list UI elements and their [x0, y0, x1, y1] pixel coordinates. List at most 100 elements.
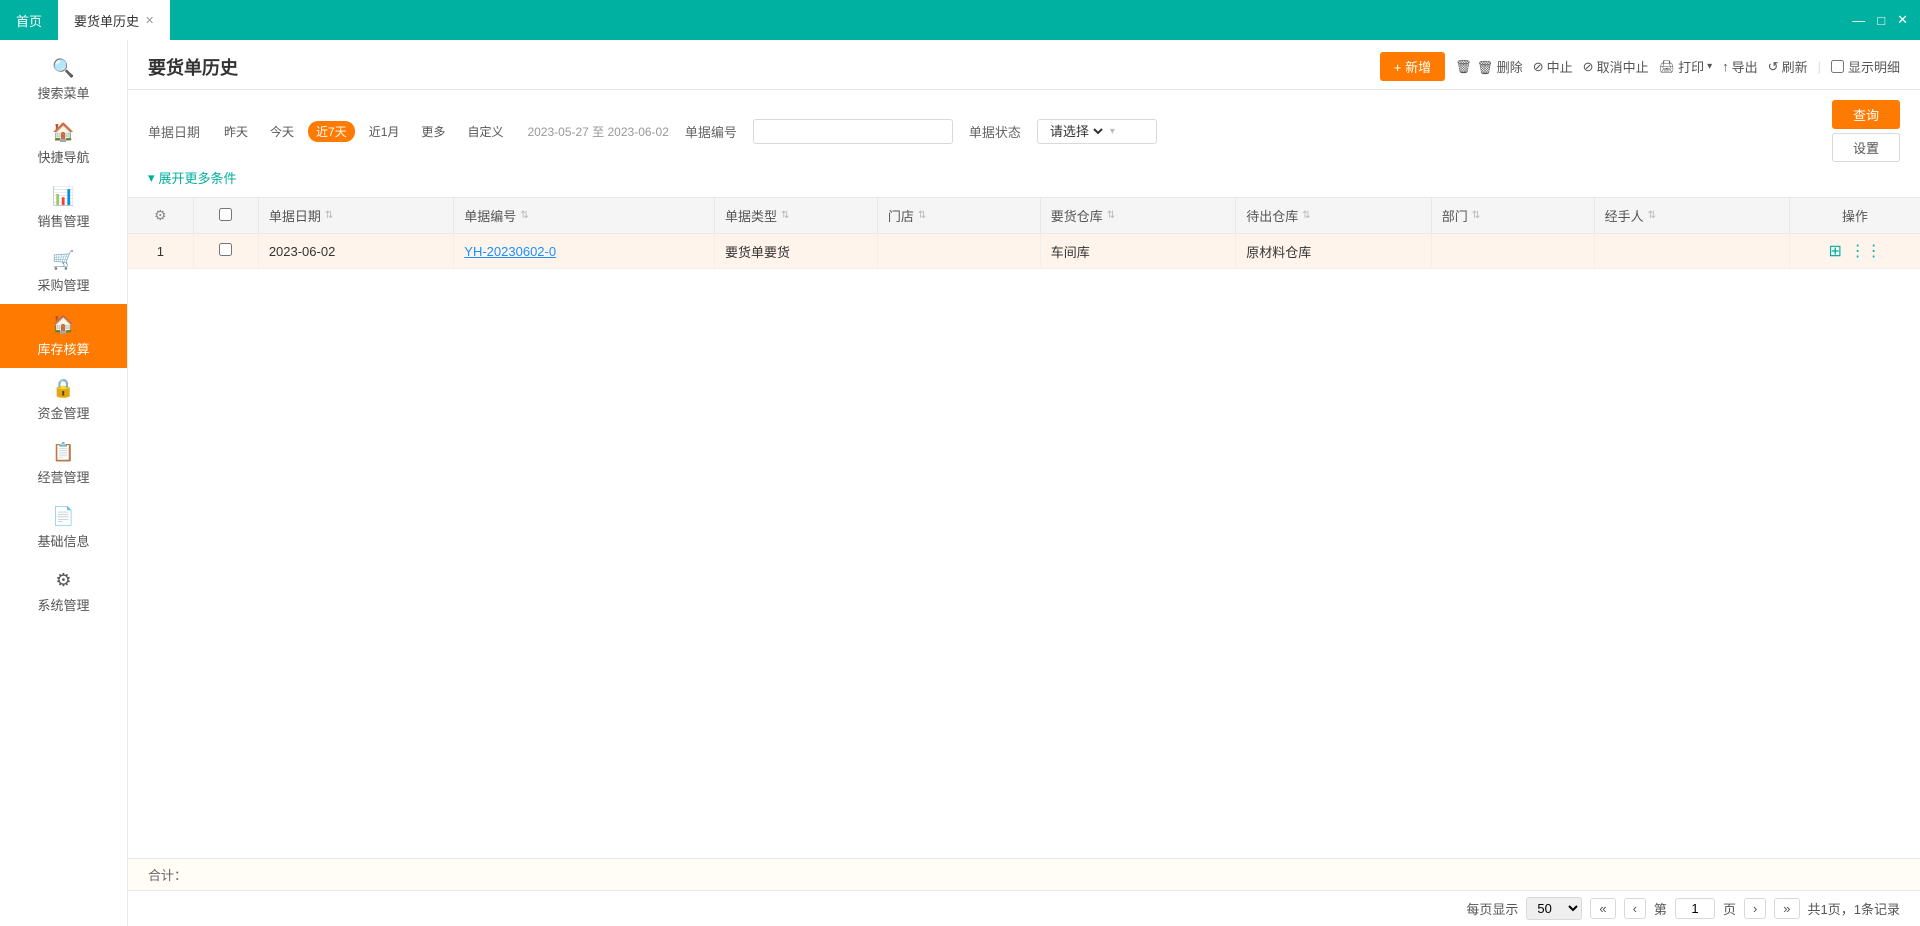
expand-more-button[interactable]: ▾ 展开更多条件	[148, 162, 1900, 187]
sort-dept-icon[interactable]: ⇅	[1472, 210, 1480, 221]
show-detail-checkbox[interactable]	[1831, 60, 1844, 73]
row-type: 要货单要货	[714, 234, 877, 269]
sort-handler-icon[interactable]: ⇅	[1648, 210, 1656, 221]
cancel-stop-icon: ⊘	[1583, 59, 1594, 75]
sidebar-item-basic-info[interactable]: 📄 基础信息	[0, 496, 127, 560]
sidebar-item-sales-mgmt[interactable]: 📊 销售管理	[0, 176, 127, 240]
minimize-icon[interactable]: —	[1852, 13, 1865, 28]
row-checkbox[interactable]	[219, 243, 232, 256]
sidebar-item-ops-mgmt[interactable]: 📋 经营管理	[0, 432, 127, 496]
row-from-wh: 车间库	[1040, 234, 1235, 269]
row-to-wh: 原材料仓库	[1236, 234, 1431, 269]
date-btn-custom[interactable]: 自定义	[459, 121, 511, 142]
sidebar-item-search-menu[interactable]: 🔍 搜索菜单	[0, 48, 127, 112]
row-num: 1	[128, 234, 193, 269]
sort-date-icon[interactable]: ⇅	[325, 210, 333, 221]
filter-row-1: 单据日期 昨天 今天 近7天 近1月 更多 自定义 2023-05-27 至 2…	[148, 100, 1900, 162]
cancel-stop-button[interactable]: ⊘ 取消中止	[1583, 57, 1649, 76]
status-filter-label: 单据状态	[969, 122, 1021, 141]
delete-icon: 🗑	[1455, 59, 1472, 75]
chevron-down-icon: ▾	[1110, 126, 1115, 137]
page-suffix: 页	[1723, 899, 1736, 918]
sidebar-item-ops-mgmt-label: 经营管理	[37, 467, 89, 486]
th-from-wh: 要货仓库 ⇅	[1040, 198, 1235, 234]
prev-page-button[interactable]: ‹	[1624, 898, 1646, 919]
tab-close-icon[interactable]: ✕	[145, 14, 154, 27]
last-page-button[interactable]: »	[1774, 898, 1799, 919]
finance-mgmt-icon: 🔒	[52, 378, 74, 399]
sidebar-item-purchase-mgmt[interactable]: 🛒 采购管理	[0, 240, 127, 304]
query-button[interactable]: 查询	[1832, 100, 1900, 129]
th-dept: 部门 ⇅	[1431, 198, 1594, 234]
stop-icon: ⊘	[1533, 59, 1544, 75]
print-dropdown-icon[interactable]: ▾	[1707, 61, 1712, 72]
export-button[interactable]: ↑ 导出	[1722, 57, 1758, 76]
row-bill-no: YH-20230602-0	[454, 234, 715, 269]
page-input[interactable]	[1675, 898, 1715, 919]
pagination-bar: 每页显示 10 20 50 100 « ‹ 第 页 › » 共1页，1条记录	[128, 890, 1920, 926]
filter-area: 单据日期 昨天 今天 近7天 近1月 更多 自定义 2023-05-27 至 2…	[128, 90, 1920, 198]
bill-no-filter-label: 单据编号	[685, 122, 737, 141]
date-range-display: 2023-05-27 至 2023-06-02	[527, 123, 668, 140]
print-button[interactable]: 🖨 打印 ▾	[1659, 57, 1713, 76]
table-row: 1 2023-06-02 YH-20230602-0 要货单要货 车间库 原材料…	[128, 234, 1920, 269]
total-info: 共1页，1条记录	[1808, 899, 1900, 918]
stop-button[interactable]: ⊘ 中止	[1533, 57, 1573, 76]
th-settings: ⚙	[128, 198, 193, 234]
main-layout: 🔍 搜索菜单 🏠 快捷导航 📊 销售管理 🛒 采购管理 🏠 库存核算 🔒 资金管…	[0, 40, 1920, 926]
page-size-label: 每页显示	[1466, 899, 1518, 918]
sidebar-item-quick-nav[interactable]: 🏠 快捷导航	[0, 112, 127, 176]
maximize-icon[interactable]: □	[1877, 13, 1885, 28]
date-btn-1month[interactable]: 近1月	[361, 121, 408, 142]
sidebar-item-finance-mgmt[interactable]: 🔒 资金管理	[0, 368, 127, 432]
bill-no-input[interactable]	[753, 119, 953, 144]
sort-type-icon[interactable]: ⇅	[781, 210, 789, 221]
sys-mgmt-icon: ⚙	[55, 570, 71, 591]
date-btn-more[interactable]: 更多	[413, 121, 453, 142]
row-dept	[1431, 234, 1594, 269]
first-page-button[interactable]: «	[1590, 898, 1615, 919]
status-select[interactable]: 请选择	[1046, 123, 1106, 140]
sort-from-wh-icon[interactable]: ⇅	[1107, 210, 1115, 221]
sidebar-item-inventory[interactable]: 🏠 库存核算	[0, 304, 127, 368]
delete-button[interactable]: 🗑 🗑 删除	[1455, 57, 1523, 76]
th-handler: 经手人 ⇅	[1594, 198, 1789, 234]
date-btn-7days[interactable]: 近7天	[308, 121, 355, 142]
th-bill-no: 单据编号 ⇅	[454, 198, 715, 234]
settings-button[interactable]: 设置	[1832, 133, 1900, 162]
th-type: 单据类型 ⇅	[714, 198, 877, 234]
row-checkbox-cell	[193, 234, 258, 269]
sidebar-item-basic-info-label: 基础信息	[37, 531, 89, 550]
page-size-select[interactable]: 10 20 50 100	[1526, 897, 1582, 920]
th-checkbox	[193, 198, 258, 234]
bill-no-link[interactable]: YH-20230602-0	[464, 244, 556, 259]
purchase-mgmt-icon: 🛒	[52, 250, 74, 271]
window-close-icon[interactable]: ✕	[1897, 12, 1908, 28]
row-edit-icon[interactable]: ⊞	[1829, 243, 1842, 260]
data-table: ⚙ 单据日期 ⇅ 单据编号	[128, 198, 1920, 269]
sidebar-item-inventory-label: 库存核算	[37, 339, 89, 358]
refresh-button[interactable]: ↺ 刷新	[1768, 57, 1808, 76]
select-all-checkbox[interactable]	[219, 208, 232, 221]
row-date: 2023-06-02	[258, 234, 453, 269]
th-store: 门店 ⇅	[877, 198, 1040, 234]
show-detail-toggle[interactable]: 显示明细	[1831, 57, 1900, 76]
row-ops: ⊞ ⋮⋮	[1790, 234, 1920, 269]
tab-home-label: 首页	[16, 11, 42, 30]
status-select-wrap: 请选择 ▾	[1037, 119, 1157, 144]
tab-bill-history[interactable]: 要货单历史 ✕	[58, 0, 170, 40]
table-settings-icon[interactable]: ⚙	[154, 207, 167, 223]
sort-to-wh-icon[interactable]: ⇅	[1302, 210, 1310, 221]
new-button[interactable]: + 新增	[1380, 52, 1445, 81]
sidebar-item-purchase-mgmt-label: 采购管理	[37, 275, 89, 294]
next-page-button[interactable]: ›	[1744, 898, 1766, 919]
sidebar-item-sales-mgmt-label: 销售管理	[37, 211, 89, 230]
sort-bill-no-icon[interactable]: ⇅	[520, 210, 528, 221]
row-more-icon[interactable]: ⋮⋮	[1850, 243, 1882, 260]
sort-store-icon[interactable]: ⇅	[918, 210, 926, 221]
date-btn-today[interactable]: 今天	[262, 121, 302, 142]
sidebar: 🔍 搜索菜单 🏠 快捷导航 📊 销售管理 🛒 采购管理 🏠 库存核算 🔒 资金管…	[0, 40, 128, 926]
date-btn-yesterday[interactable]: 昨天	[216, 121, 256, 142]
tab-home[interactable]: 首页	[0, 0, 58, 40]
sidebar-item-sys-mgmt[interactable]: ⚙ 系统管理	[0, 560, 127, 624]
